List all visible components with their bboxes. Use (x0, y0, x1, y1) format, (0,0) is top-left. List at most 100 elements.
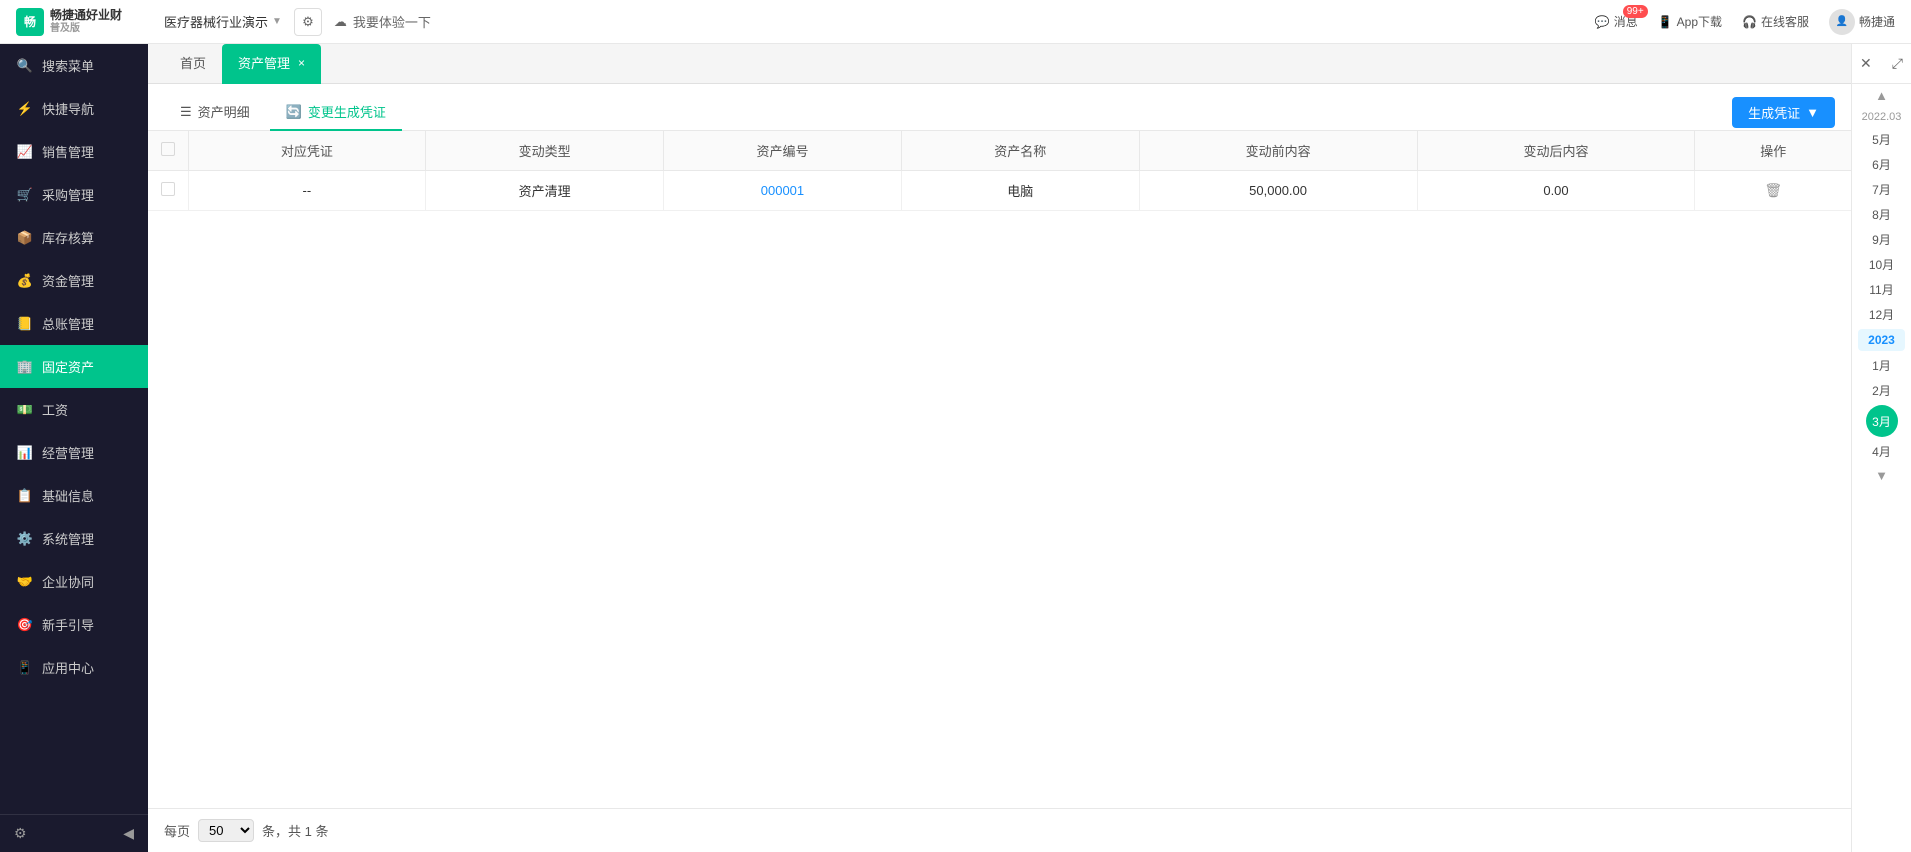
sidebar-item-label: 固定资产 (42, 357, 94, 376)
payroll-icon: 💵 (16, 401, 34, 419)
sidebar-item-label: 工资 (42, 400, 68, 419)
per-page-label: 每页 (164, 821, 190, 840)
sub-tab-change-voucher[interactable]: 🔄 变更生成凭证 (270, 94, 402, 131)
scroll-up-button[interactable]: ▲ (1852, 84, 1911, 107)
right-panel: ✕ ⤢ ▲ 2022.03 5月 6月 7月 8月 9月 10月 11月 12月… (1851, 44, 1911, 852)
month-item-12[interactable]: 12月 (1852, 302, 1911, 327)
sidebar-item-quick-nav[interactable]: ⚡ 快捷导航 (0, 87, 148, 130)
settings-button[interactable]: ⚙ (294, 8, 322, 36)
month-item-2023-4[interactable]: 4月 (1852, 439, 1911, 464)
sidebar-item-finance[interactable]: 💰 资金管理 (0, 259, 148, 302)
select-all-checkbox[interactable] (161, 142, 175, 156)
sidebar-settings-icon[interactable]: ⚙ (14, 825, 27, 842)
month-item-10[interactable]: 10月 (1852, 252, 1911, 277)
row-checkbox-cell (148, 171, 188, 211)
close-panel-icon[interactable]: ✕ (1860, 55, 1872, 72)
enterprise-icon: 🤝 (16, 573, 34, 591)
sidebar-collapse-icon[interactable]: ◀ (123, 825, 134, 842)
sidebar-item-operations[interactable]: 📊 经营管理 (0, 431, 148, 474)
table-header-row: 对应凭证 变动类型 资产编号 资产名称 变动前内容 变动后内容 操作 (148, 131, 1851, 171)
delete-button[interactable]: 🗑 (1764, 182, 1782, 198)
sidebar-item-inventory[interactable]: 📦 库存核算 (0, 216, 148, 259)
sidebar-item-label: 库存核算 (42, 228, 94, 247)
expand-panel-icon[interactable]: ⤢ (1892, 55, 1903, 72)
th-action: 操作 (1695, 131, 1851, 171)
sidebar-item-purchase[interactable]: 🛒 采购管理 (0, 173, 148, 216)
operations-icon: 📊 (16, 444, 34, 462)
sidebar-item-sales[interactable]: 📈 销售管理 (0, 130, 148, 173)
th-voucher: 对应凭证 (188, 131, 426, 171)
row-after-change: 0.00 (1417, 171, 1695, 211)
sidebar-item-label: 经营管理 (42, 443, 94, 462)
th-change-type: 变动类型 (426, 131, 664, 171)
user-menu[interactable]: 👤 畅捷通 (1829, 9, 1895, 35)
table-icon: ☰ (180, 104, 192, 120)
sidebar-item-enterprise[interactable]: 🤝 企业协同 (0, 560, 148, 603)
sidebar-item-apps[interactable]: 📱 应用中心 (0, 646, 148, 689)
month-item-2023-3[interactable]: 3月 (1866, 405, 1898, 437)
month-item-7[interactable]: 7月 (1852, 177, 1911, 202)
tab-asset-management[interactable]: 资产管理 × (222, 44, 321, 84)
sidebar-item-label: 采购管理 (42, 185, 94, 204)
tab-home-label: 首页 (180, 53, 206, 72)
app-download-label: App下载 (1677, 13, 1722, 30)
row-action: 🗑 (1695, 171, 1851, 211)
logo-sub: 普及版 (50, 23, 122, 35)
service-icon: 🎧 (1742, 15, 1757, 29)
page-size-select[interactable]: 50 10 20 100 (198, 819, 254, 842)
tab-close-icon[interactable]: × (298, 56, 305, 70)
logo-icon: 畅 (16, 8, 44, 36)
guide-icon: 🎯 (16, 616, 34, 634)
sidebar-scroll: 🔍 搜索菜单 ⚡ 快捷导航 📈 销售管理 🛒 采购管理 📦 库存核算 💰 (0, 44, 148, 814)
sidebar-item-label: 企业协同 (42, 572, 94, 591)
sales-icon: 📈 (16, 143, 34, 161)
sidebar-item-fixed-assets[interactable]: 🏢 固定资产 (0, 345, 148, 388)
customer-service-label: 在线客服 (1761, 13, 1809, 30)
month-item-6[interactable]: 6月 (1852, 152, 1911, 177)
table-row: -- 资产清理 000001 电脑 50,000.00 0.00 🗑 (148, 171, 1851, 211)
dropdown-arrow-icon: ▼ (1806, 105, 1819, 120)
experience-button[interactable]: ☁ 我要体验一下 (334, 12, 431, 31)
sidebar-item-system[interactable]: ⚙️ 系统管理 (0, 517, 148, 560)
month-item-8[interactable]: 8月 (1852, 202, 1911, 227)
th-after-change: 变动后内容 (1417, 131, 1695, 171)
month-item-2023-1[interactable]: 1月 (1852, 353, 1911, 378)
year-2023-label[interactable]: 2023 (1858, 329, 1905, 351)
user-name: 畅捷通 (1859, 13, 1895, 30)
sidebar-item-basic-info[interactable]: 📋 基础信息 (0, 474, 148, 517)
cloud-icon: ☁ (334, 14, 347, 30)
ledger-icon: 📒 (16, 315, 34, 333)
month-item-9[interactable]: 9月 (1852, 227, 1911, 252)
row-checkbox[interactable] (161, 182, 175, 196)
th-asset-name: 资产名称 (901, 131, 1139, 171)
scroll-down-button[interactable]: ▼ (1852, 464, 1911, 487)
row-asset-code: 000001 (664, 171, 902, 211)
messages-button[interactable]: 💬 消息 99+ (1595, 13, 1638, 30)
generate-voucher-button[interactable]: 生成凭证 ▼ (1732, 97, 1835, 128)
tab-home[interactable]: 首页 (164, 44, 222, 84)
month-item-5[interactable]: 5月 (1852, 127, 1911, 152)
app-download-button[interactable]: 📱 App下载 (1658, 13, 1722, 30)
quick-nav-icon: ⚡ (16, 100, 34, 118)
company-name: 医疗器械行业演示 (164, 12, 268, 31)
sidebar-item-payroll[interactable]: 💵 工资 (0, 388, 148, 431)
company-selector[interactable]: 医疗器械行业演示 ▼ (164, 12, 282, 31)
sidebar-item-ledger[interactable]: 📒 总账管理 (0, 302, 148, 345)
year-label-2022: 2022.03 (1852, 107, 1911, 127)
sub-tab-bar: ☰ 资产明细 🔄 变更生成凭证 生成凭证 ▼ (148, 84, 1851, 131)
month-item-11[interactable]: 11月 (1852, 277, 1911, 302)
header: 畅 畅捷通好业财 普及版 医疗器械行业演示 ▼ ⚙ ☁ 我要体验一下 💬 消息 … (0, 0, 1911, 44)
inventory-icon: 📦 (16, 229, 34, 247)
th-before-change: 变动前内容 (1139, 131, 1417, 171)
customer-service-button[interactable]: 🎧 在线客服 (1742, 13, 1809, 30)
asset-table: 对应凭证 变动类型 资产编号 资产名称 变动前内容 变动后内容 操作 (148, 131, 1851, 211)
sidebar-item-label: 快捷导航 (42, 99, 94, 118)
change-icon: 🔄 (286, 104, 302, 120)
th-asset-code: 资产编号 (664, 131, 902, 171)
sub-tab-asset-detail[interactable]: ☰ 资产明细 (164, 94, 266, 131)
sidebar-item-search[interactable]: 🔍 搜索菜单 (0, 44, 148, 87)
table-wrapper: 对应凭证 变动类型 资产编号 资产名称 变动前内容 变动后内容 操作 (148, 131, 1851, 808)
total-text: 条，共 1 条 (262, 821, 328, 840)
month-item-2023-2[interactable]: 2月 (1852, 378, 1911, 403)
sidebar-item-guide[interactable]: 🎯 新手引导 (0, 603, 148, 646)
